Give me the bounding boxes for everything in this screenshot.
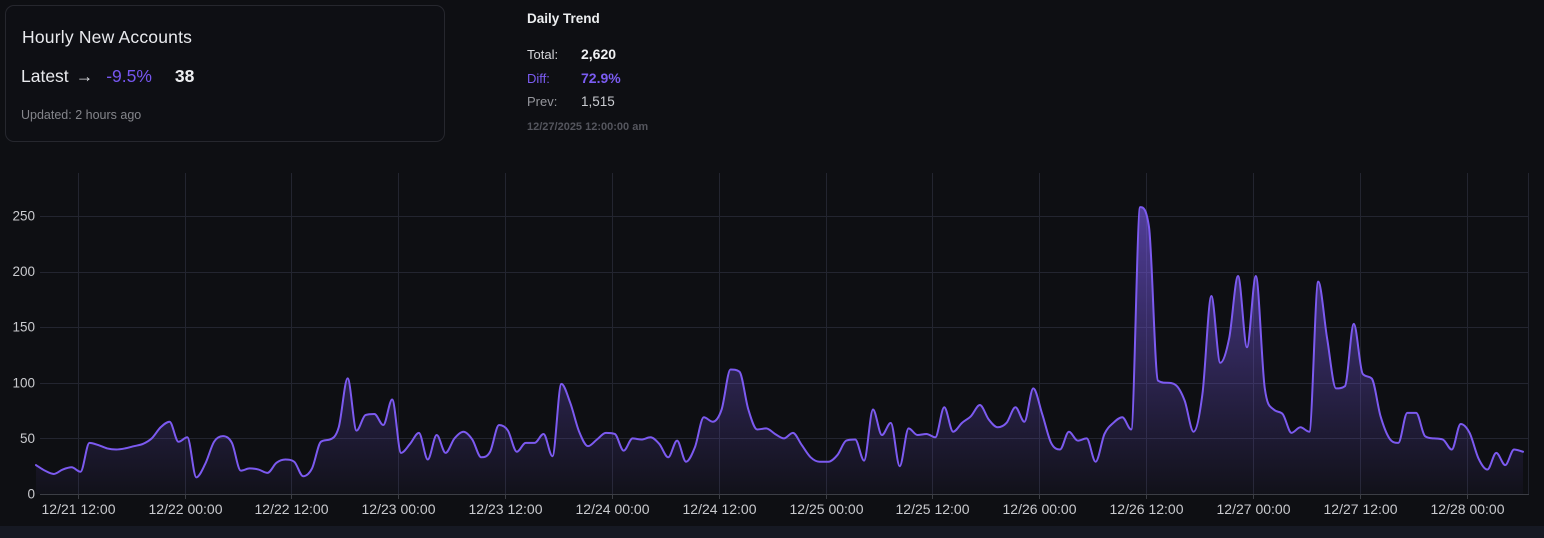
x-tick-label: 12/26 12:00	[1110, 501, 1184, 517]
x-tick-label: 12/24 12:00	[683, 501, 757, 517]
dashboard-panel: Hourly New Accounts Latest → -9.5% 38 Up…	[0, 0, 1544, 538]
x-tick-label: 12/28 00:00	[1431, 501, 1505, 517]
x-tick-label: 12/25 00:00	[790, 501, 864, 517]
x-tick-label: 12/21 12:00	[42, 501, 116, 517]
y-tick-label: 150	[12, 320, 35, 335]
y-tick-label: 50	[20, 431, 35, 446]
x-tick-label: 12/26 00:00	[1003, 501, 1077, 517]
horizontal-scrollbar[interactable]	[0, 526, 1544, 538]
y-tick-label: 200	[12, 264, 35, 279]
y-tick-label: 250	[12, 209, 35, 224]
x-tick-label: 12/25 12:00	[896, 501, 970, 517]
series-layer	[35, 206, 1524, 494]
x-tick-label: 12/23 12:00	[469, 501, 543, 517]
hourly-accounts-area-chart[interactable]: 0 50 100 150 200 250 12/21 12:00 12/22 00:00 12/…	[0, 0, 1544, 538]
x-tick-label: 12/27 12:00	[1324, 501, 1398, 517]
y-tick-label: 0	[27, 487, 35, 502]
x-tick-label: 12/22 00:00	[149, 501, 223, 517]
x-tick-label: 12/27 00:00	[1217, 501, 1291, 517]
x-tick-label: 12/24 00:00	[576, 501, 650, 517]
x-tick-label: 12/22 12:00	[255, 501, 329, 517]
y-tick-label: 100	[12, 375, 35, 390]
x-tick-label: 12/23 00:00	[362, 501, 436, 517]
series-area-fill	[36, 207, 1523, 494]
